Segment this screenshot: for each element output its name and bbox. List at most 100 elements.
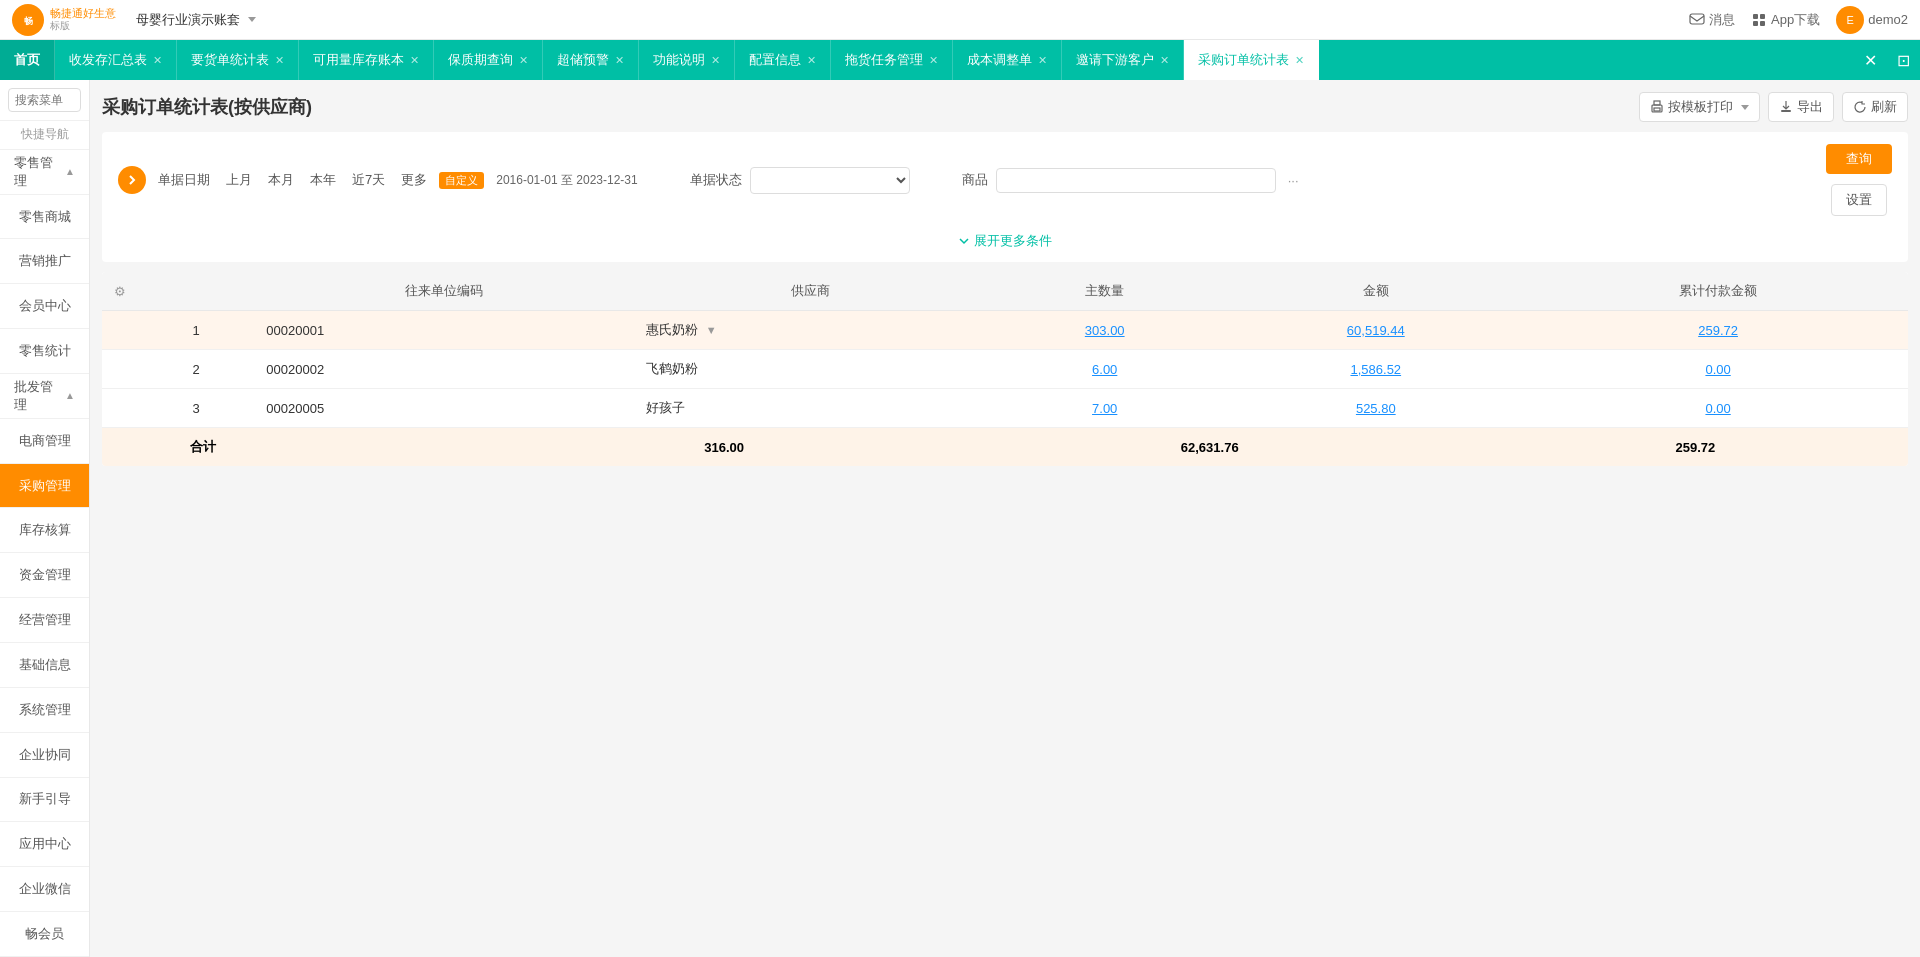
sidebar-item-appcenter[interactable]: 应用中心 <box>0 822 89 867</box>
row2-paid-amount[interactable]: 0.00 <box>1528 350 1908 389</box>
print-button[interactable]: 按模板打印 <box>1639 92 1760 122</box>
sidebar-item-vip[interactable]: 畅会员 <box>0 912 89 957</box>
this-month-shortcut[interactable]: 本月 <box>264 169 298 191</box>
sidebar-item-wechat[interactable]: 企业微信 <box>0 867 89 912</box>
top-bar: 畅 畅捷通好生意 标版 母婴行业演示账套 消息 App下载 E demo2 <box>0 0 1920 40</box>
row2-supplier: 飞鹤奶粉 <box>634 350 986 389</box>
sidebar-item-system[interactable]: 系统管理 <box>0 688 89 733</box>
th-paid-amount: 累计付款金额 <box>1528 272 1908 311</box>
tab-peizhi[interactable]: 配置信息 ✕ <box>735 40 831 80</box>
footer-main-qty: 316.00 <box>511 428 936 466</box>
tab-kecunliangzhangben[interactable]: 可用量库存账本 ✕ <box>299 40 434 80</box>
query-button[interactable]: 查询 <box>1826 144 1892 174</box>
column-settings-icon[interactable]: ⚙ <box>114 284 126 299</box>
workspace-dropdown-icon <box>248 17 256 22</box>
print-icon <box>1650 100 1664 114</box>
row3-paid-amount[interactable]: 0.00 <box>1528 389 1908 428</box>
status-label: 单据状态 <box>690 171 742 189</box>
row2-amount[interactable]: 1,586.52 <box>1223 350 1528 389</box>
nav-tabs: 首页 收发存汇总表 ✕ 要货单统计表 ✕ 可用量库存账本 ✕ 保质期查询 ✕ 超… <box>0 40 1920 80</box>
close-tab-gongnengshuo[interactable]: ✕ <box>711 54 720 67</box>
table-container: ⚙ 往来单位编码 供应商 主数量 金额 累计付款金额 1 00020001 <box>102 272 1908 466</box>
svg-text:畅: 畅 <box>24 16 33 26</box>
custom-date-badge[interactable]: 自定义 <box>439 172 484 189</box>
close-tab-baozhanqixun[interactable]: ✕ <box>519 54 528 67</box>
tab-baozhanqixun[interactable]: 保质期查询 ✕ <box>434 40 543 80</box>
refresh-button[interactable]: 刷新 <box>1842 92 1908 122</box>
close-tab-tuohuorenwu[interactable]: ✕ <box>929 54 938 67</box>
close-tab-peizhi[interactable]: ✕ <box>807 54 816 67</box>
filter-area: 单据日期 上月 本月 本年 近7天 更多 自定义 2016-01-01 至 20… <box>102 132 1908 262</box>
message-button[interactable]: 消息 <box>1689 11 1735 29</box>
table-row: 3 00020005 好孩子 7.00 525.80 0.00 <box>102 389 1908 428</box>
row1-paid-amount[interactable]: 259.72 <box>1528 311 1908 350</box>
sidebar-item-inventory[interactable]: 库存核算 <box>0 508 89 553</box>
sidebar-item-member[interactable]: 会员中心 <box>0 284 89 329</box>
export-button[interactable]: 导出 <box>1768 92 1834 122</box>
tab-tuohuorenwu[interactable]: 拖货任务管理 ✕ <box>831 40 953 80</box>
row1-main-qty[interactable]: 303.00 <box>986 311 1223 350</box>
tab-yaoqing[interactable]: 邀请下游客户 ✕ <box>1062 40 1184 80</box>
app-download-button[interactable]: App下载 <box>1751 11 1820 29</box>
last-month-shortcut[interactable]: 上月 <box>222 169 256 191</box>
sidebar-item-newguide[interactable]: 新手引导 <box>0 778 89 823</box>
footer-amount: 62,631.76 <box>937 428 1483 466</box>
row1-amount[interactable]: 60,519.44 <box>1223 311 1528 350</box>
sidebar-search-area <box>0 80 89 121</box>
close-tab-chengbentiaozhen[interactable]: ✕ <box>1038 54 1047 67</box>
svg-rect-5 <box>1753 21 1758 26</box>
close-tab-kecunliangzhangben[interactable]: ✕ <box>410 54 419 67</box>
tab-home[interactable]: 首页 <box>0 40 55 80</box>
tab-caigouTotal[interactable]: 采购订单统计表 ✕ <box>1184 40 1319 80</box>
sidebar-item-retail-stat[interactable]: 零售统计 <box>0 329 89 374</box>
sidebar-item-enterprise[interactable]: 企业协同 <box>0 733 89 778</box>
tab-yaohuodanTotal[interactable]: 要货单统计表 ✕ <box>177 40 299 80</box>
workspace-selector[interactable]: 母婴行业演示账套 <box>136 11 256 29</box>
app-download-icon <box>1751 12 1767 28</box>
user-profile[interactable]: E demo2 <box>1836 6 1908 34</box>
expand-more-conditions[interactable]: 展开更多条件 <box>958 232 1052 250</box>
row3-amount[interactable]: 525.80 <box>1223 389 1528 428</box>
sidebar-item-operation[interactable]: 经营管理 <box>0 598 89 643</box>
page-actions: 按模板打印 导出 刷新 <box>1639 92 1908 122</box>
close-tab-shoufahuiTotal[interactable]: ✕ <box>153 54 162 67</box>
tab-gongnengshuo[interactable]: 功能说明 ✕ <box>639 40 735 80</box>
tab-chengbentiaozhen[interactable]: 成本调整单 ✕ <box>953 40 1062 80</box>
tab-chaochu[interactable]: 超储预警 ✕ <box>543 40 639 80</box>
export-icon <box>1779 100 1793 114</box>
row1-expand-icon[interactable]: ▼ <box>706 324 717 336</box>
row1-supplier: 惠氏奶粉 ▼ <box>634 311 986 350</box>
tab-shoufahuiTotal[interactable]: 收发存汇总表 ✕ <box>55 40 177 80</box>
maximize-button[interactable]: ⊡ <box>1887 40 1920 80</box>
more-shortcut[interactable]: 更多 <box>397 169 431 191</box>
th-main-qty: 主数量 <box>986 272 1223 311</box>
close-all-tabs-button[interactable]: ✕ <box>1854 40 1887 80</box>
sidebar-item-retail[interactable]: 零售管理 ▲ <box>0 150 89 195</box>
product-more-icon[interactable]: ··· <box>1288 173 1299 188</box>
sidebar-item-finance[interactable]: 资金管理 <box>0 553 89 598</box>
close-tab-yaohuodanTotal[interactable]: ✕ <box>275 54 284 67</box>
close-tab-chaochu[interactable]: ✕ <box>615 54 624 67</box>
sidebar-item-purchase[interactable]: 采购管理 <box>0 464 89 509</box>
filter-toggle-button[interactable] <box>118 166 146 194</box>
last-7days-shortcut[interactable]: 近7天 <box>348 169 389 191</box>
sidebar-item-retail-shop[interactable]: 零售商城 <box>0 195 89 240</box>
status-select[interactable] <box>750 167 910 194</box>
row2-main-qty[interactable]: 6.00 <box>986 350 1223 389</box>
sidebar-item-basic[interactable]: 基础信息 <box>0 643 89 688</box>
row3-main-qty[interactable]: 7.00 <box>986 389 1223 428</box>
refresh-icon <box>1853 100 1867 114</box>
search-input[interactable] <box>8 88 81 112</box>
close-tab-yaoqing[interactable]: ✕ <box>1160 54 1169 67</box>
sidebar-item-wholesale[interactable]: 批发管理 ▲ <box>0 374 89 419</box>
sidebar-item-marketing[interactable]: 营销推广 <box>0 239 89 284</box>
row1-settings <box>102 311 138 350</box>
close-tab-caigouTotal[interactable]: ✕ <box>1295 54 1304 67</box>
product-input[interactable] <box>996 168 1276 193</box>
date-shortcuts: 上月 本月 本年 近7天 更多 自定义 <box>222 169 484 191</box>
settings-button[interactable]: 设置 <box>1831 184 1887 216</box>
sidebar-item-ecommerce[interactable]: 电商管理 <box>0 419 89 464</box>
logo-area: 畅 畅捷通好生意 标版 <box>12 4 116 36</box>
row3-settings <box>102 389 138 428</box>
this-year-shortcut[interactable]: 本年 <box>306 169 340 191</box>
